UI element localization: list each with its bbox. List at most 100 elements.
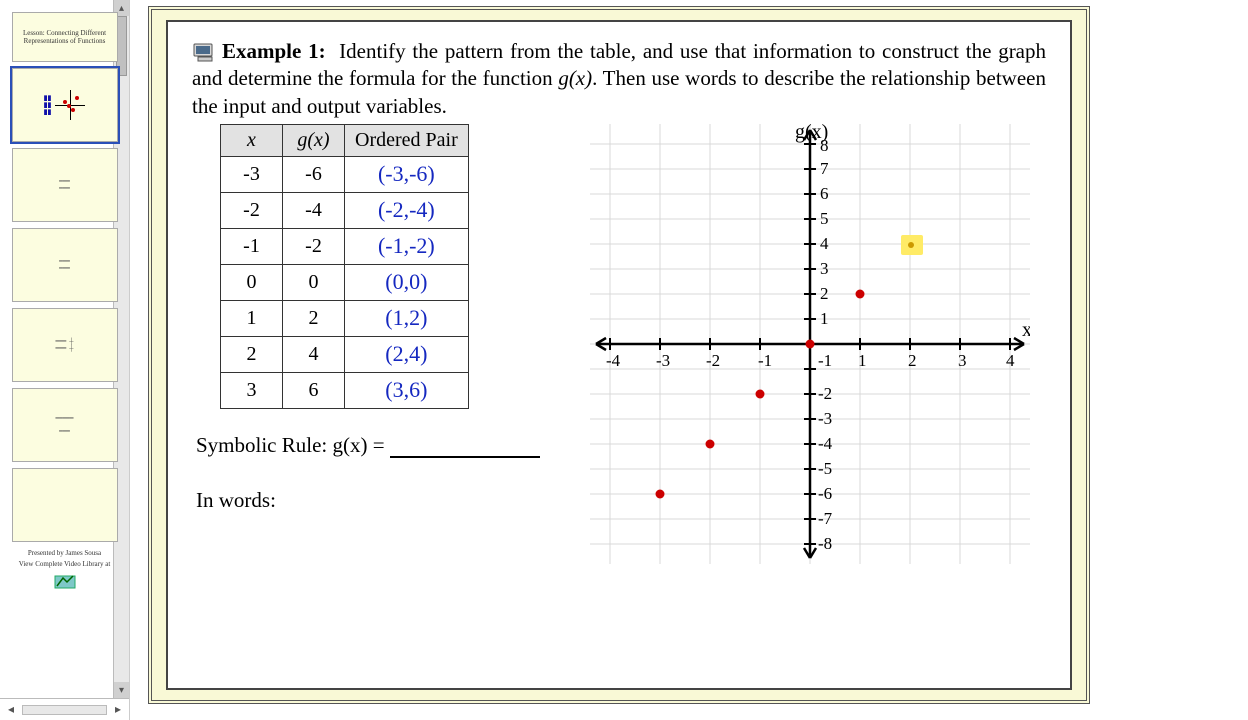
cell-gx: 4 <box>283 336 345 372</box>
cell-x: 1 <box>221 300 283 336</box>
plot-point <box>655 489 664 498</box>
example-label: Example 1: <box>222 39 326 63</box>
thumbnail-slide-2[interactable]: ▮▮▮▮▮▮ <box>12 68 118 142</box>
table-row: -1-2(-1,-2) <box>221 228 469 264</box>
svg-text:4: 4 <box>820 234 829 253</box>
cell-gx: 0 <box>283 264 345 300</box>
slide-outer-frame: Example 1: Identify the pattern from the… <box>148 6 1090 704</box>
logo-icon <box>53 572 77 592</box>
thumbnail-scroll-area: ▴ ▾ Lesson: Connecting Different Represe… <box>0 0 129 698</box>
next-slide-button[interactable]: ▸ <box>111 702 125 717</box>
svg-text:-8: -8 <box>818 534 832 553</box>
svg-text:6: 6 <box>820 184 829 203</box>
svg-text:-4: -4 <box>818 434 833 453</box>
svg-text:-1: -1 <box>818 351 832 370</box>
cell-pair: (3,6) <box>345 372 469 408</box>
thumbnail-mini-table: ▮▮▮▮▮▮ <box>44 95 52 116</box>
slide-content: Example 1: Identify the pattern from the… <box>166 20 1072 690</box>
thumbnail-placeholder: ━━━━━━━━ <box>55 415 73 435</box>
y-axis-label: g(x) <box>795 124 828 143</box>
cell-gx: -6 <box>283 156 345 192</box>
col-header-pair: Ordered Pair <box>345 124 469 156</box>
plot-point <box>855 289 864 298</box>
scroll-down-button[interactable]: ▾ <box>114 682 129 698</box>
svg-text:1: 1 <box>858 351 867 370</box>
graph-svg: -4-3-2-1 -1 1234 12345678 -2-3-4-5-6-7-8… <box>590 124 1030 564</box>
svg-text:4: 4 <box>1006 351 1015 370</box>
thumbnail-title-text: Lesson: Connecting Different Representat… <box>17 29 113 45</box>
cell-gx: 2 <box>283 300 345 336</box>
table-row: -3-6(-3,-6) <box>221 156 469 192</box>
computer-icon <box>192 42 218 64</box>
thumbnail-placeholder: ━━━━━━ <box>59 178 70 192</box>
svg-text:3: 3 <box>820 259 829 278</box>
credits-author: Presented by James Sousa <box>13 548 117 559</box>
svg-text:-5: -5 <box>818 459 832 478</box>
cell-pair: (2,4) <box>345 336 469 372</box>
scroll-thumb[interactable] <box>116 16 127 76</box>
svg-text:2: 2 <box>908 351 917 370</box>
svg-text:5: 5 <box>820 209 829 228</box>
slide-nav-bar: ◂ ▸ <box>0 698 129 720</box>
thumbnail-slide-3[interactable]: ━━━━━━ <box>12 148 118 222</box>
content-row: x g(x) Ordered Pair -3-6(-3,-6)-2-4(-2,-… <box>192 124 1046 564</box>
table-row: -2-4(-2,-4) <box>221 192 469 228</box>
example-prompt: Example 1: Identify the pattern from the… <box>192 38 1046 120</box>
cell-x: 2 <box>221 336 283 372</box>
thumbnail-slide-1[interactable]: Lesson: Connecting Different Representat… <box>12 12 118 62</box>
function-name: g(x) <box>558 66 592 90</box>
cell-pair: (-1,-2) <box>345 228 469 264</box>
thumbnail-slide-5[interactable]: ━━━ ┼━━━ ┼ <box>12 308 118 382</box>
thumbnail-placeholder: ━━━ ┼━━━ ┼ <box>55 338 73 352</box>
left-column: x g(x) Ordered Pair -3-6(-3,-6)-2-4(-2,-… <box>192 124 540 513</box>
cursor-highlight <box>901 235 923 255</box>
svg-text:7: 7 <box>820 159 829 178</box>
cell-pair: (0,0) <box>345 264 469 300</box>
symbolic-rule-label: Symbolic Rule: g(x) = <box>196 433 385 457</box>
thumbnail-slide-6[interactable]: ━━━━━━━━ <box>12 388 118 462</box>
svg-text:-3: -3 <box>656 351 670 370</box>
thumbnail-slide-7[interactable] <box>12 468 118 542</box>
svg-text:3: 3 <box>958 351 967 370</box>
in-words-label: In words: <box>196 488 276 512</box>
cell-pair: (-3,-6) <box>345 156 469 192</box>
x-axis-label: x <box>1022 319 1030 341</box>
app-root: ▴ ▾ Lesson: Connecting Different Represe… <box>0 0 1248 720</box>
credits-block: Presented by James Sousa View Complete V… <box>13 548 117 592</box>
svg-text:-6: -6 <box>818 484 832 503</box>
prev-slide-button[interactable]: ◂ <box>4 702 18 717</box>
cell-gx: 6 <box>283 372 345 408</box>
svg-text:-4: -4 <box>606 351 621 370</box>
thumbnail-slide-4[interactable]: ━━━━━━ <box>12 228 118 302</box>
plot-point <box>705 439 714 448</box>
cell-gx: -2 <box>283 228 345 264</box>
col-header-x: x <box>221 124 283 156</box>
table-row: 12(1,2) <box>221 300 469 336</box>
slide-stage: Example 1: Identify the pattern from the… <box>130 0 1248 720</box>
thumbnail-placeholder: ━━━━━━ <box>59 258 70 272</box>
cell-x: 0 <box>221 264 283 300</box>
coordinate-graph: -4-3-2-1 -1 1234 12345678 -2-3-4-5-6-7-8… <box>590 124 1030 564</box>
slide-thumbnail-panel: ▴ ▾ Lesson: Connecting Different Represe… <box>0 0 130 720</box>
svg-text:1: 1 <box>820 309 829 328</box>
function-table: x g(x) Ordered Pair -3-6(-3,-6)-2-4(-2,-… <box>220 124 469 409</box>
svg-text:-2: -2 <box>818 384 832 403</box>
svg-text:-2: -2 <box>706 351 720 370</box>
thumbnail-list: Lesson: Connecting Different Representat… <box>9 0 121 592</box>
svg-text:-7: -7 <box>818 509 833 528</box>
cell-x: -3 <box>221 156 283 192</box>
thumbnail-mini-graph <box>55 90 85 120</box>
table-body: -3-6(-3,-6)-2-4(-2,-4)-1-2(-1,-2)00(0,0)… <box>221 156 469 408</box>
table-row: 00(0,0) <box>221 264 469 300</box>
horizontal-scrollbar[interactable] <box>22 705 107 715</box>
symbolic-rule-line: Symbolic Rule: g(x) = <box>196 433 540 458</box>
plot-point <box>805 339 814 348</box>
cell-x: -1 <box>221 228 283 264</box>
cell-x: -2 <box>221 192 283 228</box>
svg-text:2: 2 <box>820 284 829 303</box>
in-words-line: In words: <box>196 488 540 513</box>
table-row: 24(2,4) <box>221 336 469 372</box>
cell-pair: (-2,-4) <box>345 192 469 228</box>
svg-text:-3: -3 <box>818 409 832 428</box>
symbolic-rule-blank <box>390 456 540 458</box>
